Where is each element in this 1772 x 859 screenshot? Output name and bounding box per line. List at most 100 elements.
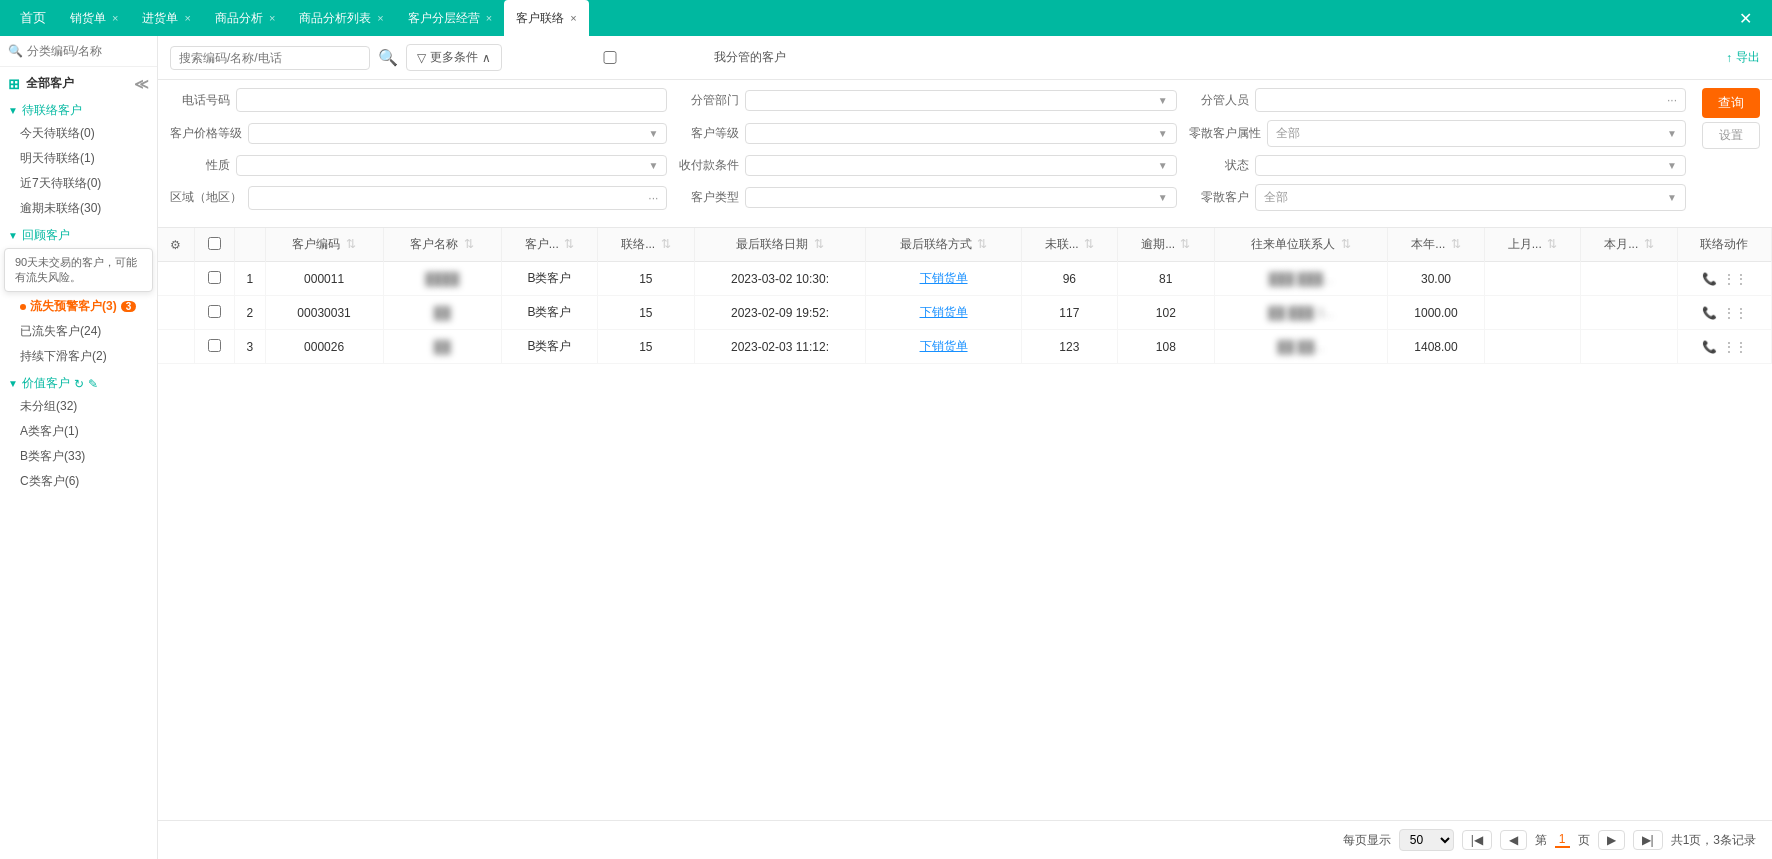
filter-select-customer-type[interactable]: ▼ — [745, 187, 1176, 208]
row-checkbox-col[interactable] — [194, 296, 234, 330]
sidebar-item-loss-warning[interactable]: 流失预警客户(3) 3 — [0, 294, 157, 319]
page-size-select[interactable]: 50 100 200 — [1399, 829, 1454, 851]
col-code[interactable]: 客户编码 ⇅ — [265, 228, 383, 262]
my-customers-checkbox[interactable] — [510, 51, 710, 64]
row-last-method-col[interactable]: 下销货单 — [866, 296, 1021, 330]
sidebar-item-overdue[interactable]: 逾期未联络(30) — [0, 196, 157, 221]
search-input[interactable] — [170, 46, 370, 70]
filter-select-payment[interactable]: ▼ — [745, 155, 1176, 176]
col-this-year[interactable]: 本年... ⇅ — [1388, 228, 1484, 262]
nav-customer-tier[interactable]: 客户分层经营 × — [396, 0, 504, 36]
row-checkbox[interactable] — [208, 305, 221, 318]
close-all-button[interactable]: ✕ — [1727, 9, 1764, 28]
filter-select-customer-level[interactable]: ▼ — [745, 123, 1176, 144]
filter-field-customer-level: 客户等级 ▼ — [679, 123, 1176, 144]
all-customers-header[interactable]: ⊞ 全部客户 ≪ — [0, 67, 157, 96]
sidebar-section-pending-contact[interactable]: ▼ 待联络客户 — [0, 96, 157, 121]
last-page-button[interactable]: ▶| — [1633, 830, 1663, 850]
row-checkbox-col[interactable] — [194, 262, 234, 296]
row-last-method-col[interactable]: 下销货单 — [866, 262, 1021, 296]
col-name[interactable]: 客户名称 ⇅ — [383, 228, 501, 262]
col-last-contact-date[interactable]: 最后联络日期 ⇅ — [694, 228, 866, 262]
sidebar-item-c-class[interactable]: C类客户(6) — [0, 469, 157, 494]
close-purchase-order-icon[interactable]: × — [184, 12, 190, 24]
collapse-icon[interactable]: ≪ — [134, 76, 149, 92]
row-num-col: 2 — [235, 296, 265, 330]
col-checkbox[interactable] — [194, 228, 234, 262]
my-customers-checkbox-label[interactable]: 我分管的客户 — [510, 49, 786, 66]
sidebar-search-input[interactable] — [27, 44, 149, 58]
first-page-button[interactable]: |◀ — [1462, 830, 1492, 850]
col-type[interactable]: 客户... ⇅ — [501, 228, 597, 262]
nav-sales-order[interactable]: 销货单 × — [58, 0, 130, 36]
sidebar-section-value[interactable]: ▼ 价值客户 ↻ ✎ — [0, 369, 157, 394]
region-more-icon[interactable]: ··· — [648, 191, 658, 205]
filter-select-gender[interactable]: ▼ — [236, 155, 667, 176]
phone-icon[interactable]: 📞 — [1702, 340, 1717, 354]
more-conditions-button[interactable]: ▽ 更多条件 ∧ — [406, 44, 502, 71]
settings-button[interactable]: 设置 — [1702, 122, 1760, 149]
customer-table: ⚙ 客户编码 ⇅ 客户名称 ⇅ 客户... ⇅ 联络... ⇅ 最后联络日期 ⇅… — [158, 228, 1772, 364]
sidebar-item-b-class[interactable]: B类客户(33) — [0, 444, 157, 469]
nav-product-analysis[interactable]: 商品分析 × — [203, 0, 287, 36]
sidebar-item-a-class[interactable]: A类客户(1) — [0, 419, 157, 444]
refresh-icon[interactable]: ↻ — [74, 377, 84, 391]
more-actions-icon[interactable]: ⋮⋮ — [1723, 272, 1747, 286]
filter-select-price-level[interactable]: ▼ — [248, 123, 667, 144]
col-contact[interactable]: 联络... ⇅ — [598, 228, 694, 262]
row-code-col: 00030031 — [265, 296, 383, 330]
filter-select-retail[interactable]: 全部 ▼ — [1255, 184, 1686, 211]
search-button[interactable]: 🔍 — [378, 48, 398, 67]
row-checkbox-col[interactable] — [194, 330, 234, 364]
filter-select-region[interactable]: ··· — [248, 186, 667, 210]
select-all-checkbox[interactable] — [208, 237, 221, 250]
query-button[interactable]: 查询 — [1702, 88, 1760, 118]
col-this-month[interactable]: 本月... ⇅ — [1581, 228, 1677, 262]
col-un-contact[interactable]: 未联... ⇅ — [1021, 228, 1117, 262]
filter-label-dept: 分管部门 — [679, 92, 739, 109]
filter-label-payment: 收付款条件 — [679, 157, 739, 174]
edit-icon[interactable]: ✎ — [88, 377, 98, 391]
phone-icon[interactable]: 📞 — [1702, 306, 1717, 320]
row-action-icons-col[interactable]: 📞 ⋮⋮ — [1677, 330, 1771, 364]
nav-product-analysis-list[interactable]: 商品分析列表 × — [287, 0, 395, 36]
col-last-contact-method[interactable]: 最后联络方式 ⇅ — [866, 228, 1021, 262]
row-checkbox[interactable] — [208, 339, 221, 352]
sidebar-item-declining[interactable]: 持续下滑客户(2) — [0, 344, 157, 369]
next-page-button[interactable]: ▶ — [1598, 830, 1625, 850]
col-settings[interactable]: ⚙ — [158, 228, 194, 262]
sidebar-item-today-pending[interactable]: 今天待联络(0) — [0, 121, 157, 146]
close-customer-tier-icon[interactable]: × — [486, 12, 492, 24]
export-button[interactable]: ↑ 导出 — [1726, 49, 1760, 66]
prev-page-button[interactable]: ◀ — [1500, 830, 1527, 850]
manager-more-icon[interactable]: ··· — [1667, 93, 1677, 107]
sidebar-item-week-pending[interactable]: 近7天待联络(0) — [0, 171, 157, 196]
row-action-col — [158, 262, 194, 296]
filter-select-retail-attr[interactable]: 全部 ▼ — [1267, 120, 1686, 147]
more-actions-icon[interactable]: ⋮⋮ — [1723, 306, 1747, 320]
row-action-icons-col[interactable]: 📞 ⋮⋮ — [1677, 296, 1771, 330]
col-company-contact[interactable]: 往来单位联系人 ⇅ — [1214, 228, 1388, 262]
filter-select-status[interactable]: ▼ — [1255, 155, 1686, 176]
close-product-analysis-list-icon[interactable]: × — [377, 12, 383, 24]
row-last-method-col[interactable]: 下销货单 — [866, 330, 1021, 364]
col-overdue[interactable]: 逾期... ⇅ — [1118, 228, 1214, 262]
sidebar-item-tomorrow-pending[interactable]: 明天待联络(1) — [0, 146, 157, 171]
filter-select-manager[interactable]: ··· — [1255, 88, 1686, 112]
more-actions-icon[interactable]: ⋮⋮ — [1723, 340, 1747, 354]
sidebar-item-ungrouped[interactable]: 未分组(32) — [0, 394, 157, 419]
row-action-icons-col[interactable]: 📞 ⋮⋮ — [1677, 262, 1771, 296]
row-checkbox[interactable] — [208, 271, 221, 284]
filter-input-phone[interactable] — [236, 88, 667, 112]
nav-purchase-order[interactable]: 进货单 × — [130, 0, 202, 36]
nav-customer-contact[interactable]: 客户联络 × — [504, 0, 588, 36]
sidebar-item-already-lost[interactable]: 已流失客户(24) — [0, 319, 157, 344]
nav-home[interactable]: 首页 — [8, 9, 58, 27]
filter-select-department[interactable]: ▼ — [745, 90, 1176, 111]
phone-icon[interactable]: 📞 — [1702, 272, 1717, 286]
col-last-month[interactable]: 上月... ⇅ — [1484, 228, 1580, 262]
sidebar-section-lost[interactable]: ▼ 回顾客户 — [0, 221, 157, 246]
close-sales-order-icon[interactable]: × — [112, 12, 118, 24]
close-customer-contact-icon[interactable]: × — [570, 12, 576, 24]
close-product-analysis-icon[interactable]: × — [269, 12, 275, 24]
